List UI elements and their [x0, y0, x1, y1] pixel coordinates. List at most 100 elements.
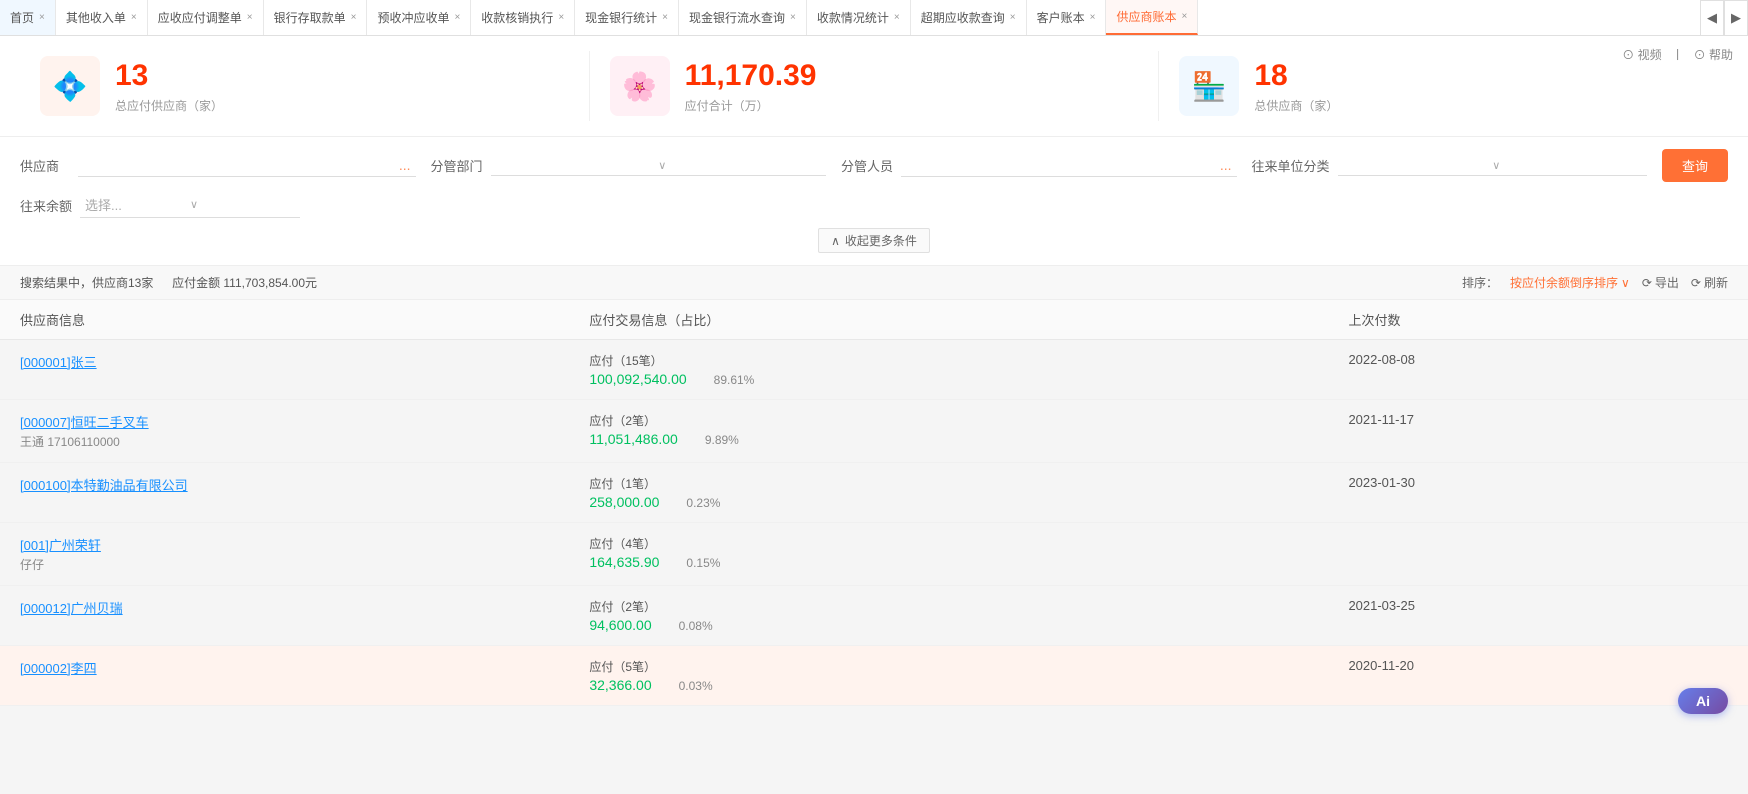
col-header-last-pay: 上次付数: [1348, 310, 1728, 329]
tab-close-home[interactable]: ×: [39, 12, 45, 23]
search-row-1: 供应商 ... 分管部门 ∨ 分管人员 ... 往来单位分类: [20, 149, 1728, 182]
export-icon: ⟳: [1642, 276, 1652, 290]
tab-close-bank-deposit[interactable]: ×: [351, 12, 357, 23]
tab-close-other-income[interactable]: ×: [131, 12, 137, 23]
nav-tab-supplier-ledger[interactable]: 供应商账本×: [1106, 0, 1198, 35]
transaction-amount-row: 100,092,540.0089.61%: [589, 369, 1348, 387]
tab-close-prepay-recv[interactable]: ×: [454, 12, 460, 23]
nav-tab-cash-bank-stat[interactable]: 现金银行统计 ×: [575, 0, 679, 35]
nav-arrow-left[interactable]: ◀: [1700, 0, 1724, 36]
nav-tab-receipt-verify[interactable]: 收款核销执行×: [471, 0, 575, 35]
person-dots[interactable]: ...: [1220, 157, 1232, 173]
transaction-amount-row: 258,000.000.23%: [589, 492, 1348, 510]
card-icon-2: 🌸: [610, 56, 670, 116]
transaction-amount-row: 32,366.000.03%: [589, 675, 1348, 693]
table-body: [000001]张三应付（15笔）100,092,540.0089.61%202…: [0, 340, 1748, 706]
transaction-amount-row: 11,051,486.009.89%: [589, 429, 1348, 447]
card-content-1: 13 总应付供应商（家）: [115, 58, 223, 114]
dept-chevron: ∨: [658, 159, 821, 172]
nav-tab-recv-stat[interactable]: 收款情况统计×: [807, 0, 911, 35]
tab-label-prepay-recv: 预收冲应收单: [377, 9, 449, 26]
supplier-link[interactable]: [000007]恒旺二手叉车: [20, 415, 149, 430]
tab-close-adjust[interactable]: ×: [247, 12, 253, 23]
export-button[interactable]: ⟳ 导出: [1642, 274, 1679, 291]
top-navigation: 首页×其他收入单×应收应付调整单×银行存取款单×预收冲应收单×收款核销执行×现金…: [0, 0, 1748, 36]
sort-select[interactable]: 按应付余额倒序排序 ∨: [1510, 274, 1630, 291]
balance-value: 选择...: [85, 195, 190, 214]
card-content-2: 11,170.39 应付合计（万）: [685, 58, 817, 114]
transaction-amount[interactable]: 100,092,540.00: [589, 371, 686, 387]
collapse-icon: ∧: [831, 234, 840, 248]
nav-tab-cash-flow-query[interactable]: 现金银行流水查询×: [679, 0, 807, 35]
tab-label-cash-bank-stat: 现金银行统计: [585, 9, 657, 26]
supplier-link[interactable]: [000100]本特勤油品有限公司: [20, 478, 188, 493]
transaction-label: 应付（2笔）: [589, 412, 1348, 429]
nav-tab-overdue-recv[interactable]: 超期应收款查询 ×: [911, 0, 1027, 35]
nav-tab-home[interactable]: 首页×: [0, 0, 56, 35]
tab-close-supplier-ledger[interactable]: ×: [1181, 11, 1187, 22]
supplier-dots[interactable]: ...: [399, 157, 411, 173]
transaction-amount[interactable]: 164,635.90: [589, 554, 659, 570]
transaction-amount[interactable]: 11,051,486.00: [589, 431, 678, 447]
nav-arrow-right[interactable]: ▶: [1724, 0, 1748, 36]
transaction-amount[interactable]: 94,600.00: [589, 617, 651, 633]
last-payment-cell: 2021-03-25: [1348, 598, 1728, 613]
supplier-input[interactable]: [83, 158, 399, 173]
video-link[interactable]: ⊙ 视频: [1622, 46, 1661, 63]
transaction-amount[interactable]: 32,366.00: [589, 677, 651, 693]
tab-close-receipt-verify[interactable]: ×: [558, 12, 564, 23]
refresh-button[interactable]: ⟳ 刷新: [1691, 274, 1728, 291]
col-header-transaction: 应付交易信息（占比）: [589, 310, 1348, 329]
nav-tab-bank-deposit[interactable]: 银行存取款单×: [264, 0, 368, 35]
separator: 丨: [1672, 46, 1684, 63]
nav-tab-adjust[interactable]: 应收应付调整单 ×: [148, 0, 264, 35]
transaction-cell: 应付（4笔）164,635.900.15%: [589, 535, 1348, 570]
transaction-cell: 应付（2笔）94,600.000.08%: [589, 598, 1348, 633]
collapse-button[interactable]: ∧ 收起更多条件: [818, 228, 930, 253]
tab-close-cash-flow-query[interactable]: ×: [790, 12, 796, 23]
transaction-amount-row: 164,635.90 0.15%: [589, 552, 1348, 570]
card-number-1: 13: [115, 58, 223, 94]
transaction-pct: 0.15%: [686, 556, 720, 570]
result-text: 搜索结果中，供应商13家: [20, 276, 153, 290]
supplier-link[interactable]: [000002]李四: [20, 661, 97, 676]
tab-close-customer-ledger[interactable]: ×: [1090, 12, 1096, 23]
person-input[interactable]: [906, 158, 1220, 173]
balance-label: 往来余额: [20, 196, 72, 215]
tab-label-overdue-recv: 超期应收款查询: [921, 9, 1005, 26]
nav-tab-other-income[interactable]: 其他收入单×: [56, 0, 148, 35]
tab-close-cash-bank-stat[interactable]: ×: [662, 12, 668, 23]
card-number-2: 11,170.39: [685, 58, 817, 94]
supplier-link[interactable]: [000001]张三: [20, 355, 97, 370]
dept-select[interactable]: ∨: [491, 156, 826, 176]
summary-card-2: 🌸 11,170.39 应付合计（万）: [590, 51, 1160, 121]
nav-tab-customer-ledger[interactable]: 客户账本×: [1027, 0, 1107, 35]
table-row: [001]广州荣轩仔仔应付（4笔）164,635.900.15%: [0, 523, 1748, 586]
tab-close-recv-stat[interactable]: ×: [894, 12, 900, 23]
nav-tab-prepay-recv[interactable]: 预收冲应收单 ×: [367, 0, 471, 35]
collapse-bar: ∧ 收起更多条件: [20, 228, 1728, 253]
balance-select[interactable]: 选择... ∨: [80, 192, 300, 218]
person-label: 分管人员: [841, 156, 893, 175]
person-input-wrapper: ...: [901, 154, 1236, 177]
supplier-link[interactable]: [000012]广州贝瑞: [20, 601, 123, 616]
supplier-info-cell: [000007]恒旺二手叉车王通 17106110000: [20, 412, 589, 450]
card-label-3: 总供应商（家）: [1254, 97, 1338, 114]
last-payment-date: 2021-11-17: [1348, 412, 1414, 427]
query-button[interactable]: 查询: [1662, 149, 1728, 182]
result-info: 搜索结果中，供应商13家 应付金额 111,703,854.00元: [20, 274, 317, 291]
help-link[interactable]: ⊙ 帮助: [1694, 46, 1733, 63]
refresh-icon: ⟳: [1691, 276, 1701, 290]
tab-label-adjust: 应收应付调整单: [158, 9, 242, 26]
refresh-label: 刷新: [1704, 274, 1728, 291]
ai-badge[interactable]: Ai: [1678, 688, 1728, 714]
supplier-label: 供应商: [20, 156, 70, 175]
balance-chevron: ∨: [190, 198, 295, 211]
category-select[interactable]: ∨: [1338, 156, 1647, 176]
supplier-link[interactable]: [001]广州荣轩: [20, 538, 101, 553]
card-label-1: 总应付供应商（家）: [115, 97, 223, 114]
tab-close-overdue-recv[interactable]: ×: [1010, 12, 1016, 23]
table-row: [000007]恒旺二手叉车王通 17106110000应付（2笔）11,051…: [0, 400, 1748, 463]
supplier-input-wrapper: ...: [78, 154, 416, 177]
transaction-amount[interactable]: 258,000.00: [589, 494, 659, 510]
